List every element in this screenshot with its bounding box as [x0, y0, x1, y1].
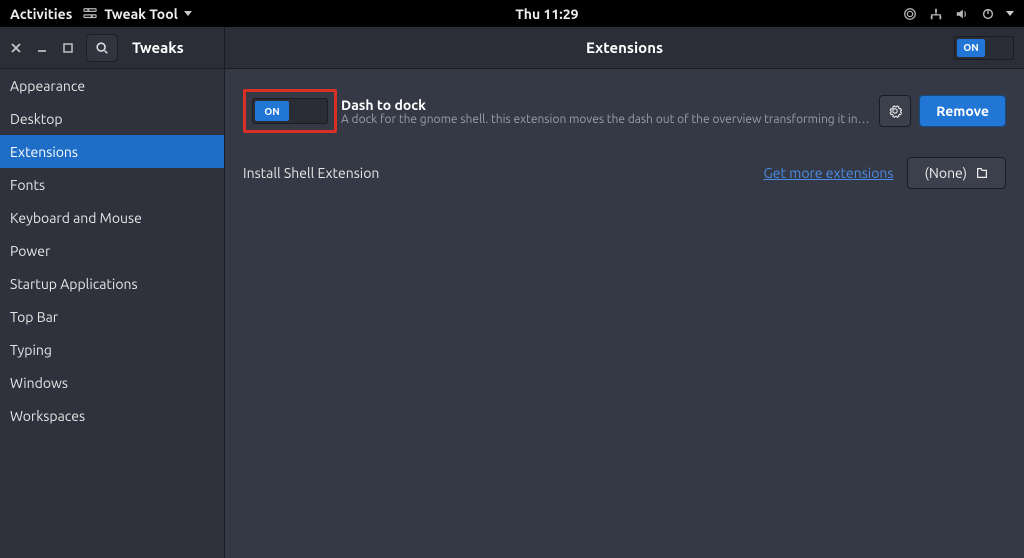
extension-name: Dash to dock — [341, 97, 879, 113]
minimize-window-button[interactable] — [30, 36, 54, 60]
page-title: Extensions — [586, 39, 663, 56]
network-icon[interactable] — [928, 6, 944, 22]
maximize-window-button[interactable] — [56, 36, 80, 60]
sidebar-item-desktop[interactable]: Desktop — [0, 102, 224, 135]
gnome-top-bar: Activities Tweak Tool Thu 11:29 — [0, 0, 1024, 27]
extension-toggle[interactable]: ON — [252, 98, 328, 124]
sidebar-item-typing[interactable]: Typing — [0, 333, 224, 366]
install-extension-label: Install Shell Extension — [243, 165, 379, 181]
install-file-chooser[interactable]: (None) — [907, 157, 1006, 189]
power-icon[interactable] — [980, 6, 996, 22]
clock[interactable]: Thu 11:29 — [515, 6, 578, 22]
sidebar-item-extensions[interactable]: Extensions — [0, 135, 224, 168]
file-chooser-label: (None) — [924, 165, 967, 181]
brightness-icon[interactable] — [902, 6, 918, 22]
get-more-extensions-link[interactable]: Get more extensions — [764, 165, 894, 181]
content-pane: ON Dash to dock A dock for the gnome she… — [225, 69, 1024, 558]
volume-icon[interactable] — [954, 6, 970, 22]
close-window-button[interactable] — [4, 36, 28, 60]
extension-description: A dock for the gnome shell. this extensi… — [341, 113, 871, 126]
extension-settings-button[interactable] — [879, 95, 911, 127]
remove-extension-button[interactable]: Remove — [919, 95, 1006, 127]
search-button[interactable] — [86, 34, 118, 62]
sidebar-item-keyboard-and-mouse[interactable]: Keyboard and Mouse — [0, 201, 224, 234]
sidebar-item-top-bar[interactable]: Top Bar — [0, 300, 224, 333]
sidebar: AppearanceDesktopExtensionsFontsKeyboard… — [0, 69, 225, 558]
tweak-tool-app-icon — [82, 6, 98, 22]
app-menu[interactable]: Tweak Tool — [82, 6, 192, 22]
install-extension-row: Install Shell Extension Get more extensi… — [243, 157, 1006, 189]
document-open-icon — [975, 166, 989, 180]
extension-row: ON Dash to dock A dock for the gnome she… — [243, 89, 1006, 133]
chevron-down-icon — [184, 11, 192, 16]
highlight-annotation: ON — [243, 89, 337, 133]
activities-button[interactable]: Activities — [10, 6, 72, 22]
system-menu-chevron-icon[interactable] — [1006, 11, 1014, 16]
sidebar-item-fonts[interactable]: Fonts — [0, 168, 224, 201]
titlebar: Tweaks Extensions ON — [0, 27, 1024, 69]
sidebar-item-startup-applications[interactable]: Startup Applications — [0, 267, 224, 300]
sidebar-title: Tweaks — [132, 39, 184, 56]
gear-icon — [888, 104, 902, 118]
extensions-master-toggle[interactable]: ON — [954, 36, 1014, 60]
app-menu-label: Tweak Tool — [104, 6, 178, 22]
sidebar-item-appearance[interactable]: Appearance — [0, 69, 224, 102]
sidebar-item-workspaces[interactable]: Workspaces — [0, 399, 224, 432]
sidebar-item-windows[interactable]: Windows — [0, 366, 224, 399]
toggle-knob-label: ON — [255, 101, 289, 121]
toggle-knob-label: ON — [957, 39, 985, 57]
sidebar-item-power[interactable]: Power — [0, 234, 224, 267]
